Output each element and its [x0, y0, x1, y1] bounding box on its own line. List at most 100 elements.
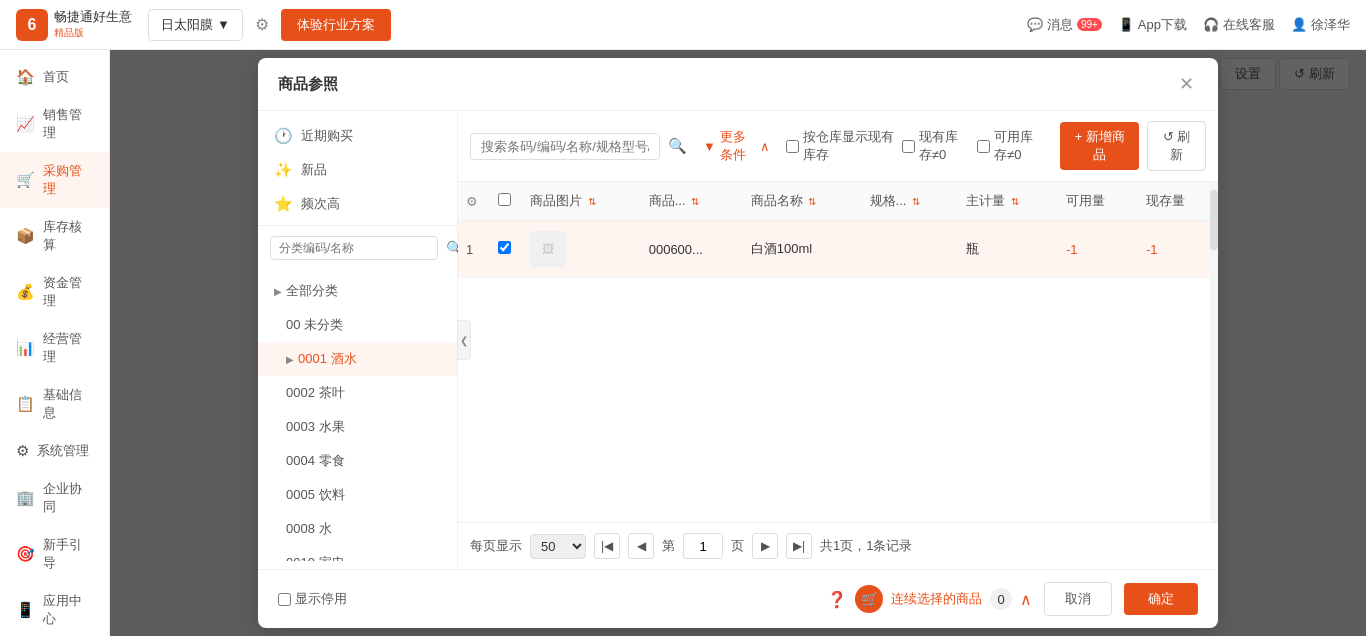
sidebar-item-inventory[interactable]: 📦 库存核算 — [0, 208, 109, 264]
cancel-button[interactable]: 取消 — [1044, 582, 1112, 616]
close-icon[interactable]: ✕ — [1174, 72, 1198, 96]
cart-icon[interactable]: 🛒 — [855, 585, 883, 613]
left-item-frequent[interactable]: ⭐ 频次高 — [258, 187, 457, 221]
sort-icon: ⇅ — [588, 196, 596, 207]
category-liquor[interactable]: ▶ 0001 酒水 — [258, 342, 457, 376]
usable-stock-checkbox[interactable] — [977, 140, 990, 153]
category-search-input[interactable] — [270, 236, 438, 260]
table-scrollbar[interactable] — [1210, 182, 1218, 522]
filter-icon: ▼ — [703, 139, 716, 154]
chevron-down-icon: ▼ — [217, 17, 230, 32]
nav-online-service[interactable]: 🎧 在线客服 — [1203, 16, 1275, 34]
category-beverage[interactable]: 0005 饮料 — [258, 478, 457, 512]
sidebar-item-operation[interactable]: 📊 经营管理 — [0, 320, 109, 376]
th-image[interactable]: 商品图片 ⇅ — [522, 182, 641, 221]
right-panel: 🔍 ▼ 更多条件 ∧ 按仓库显示现有库存 — [458, 111, 1218, 569]
column-settings-icon[interactable]: ⚙ — [466, 194, 478, 209]
nav-app-download[interactable]: 📱 App下载 — [1118, 16, 1187, 34]
sidebar-item-purchase[interactable]: 🛒 采购管理 — [0, 152, 109, 208]
category-tea[interactable]: 0002 茶叶 — [258, 376, 457, 410]
basic-info-icon: 📋 — [16, 395, 35, 413]
row-unit: 瓶 — [958, 221, 1058, 278]
nav-messages[interactable]: 💬 消息 99+ — [1027, 16, 1102, 34]
row-spec — [862, 221, 959, 278]
available-stock-checkbox[interactable] — [902, 140, 915, 153]
logo-text: 畅捷通好生意 精品版 — [54, 9, 132, 40]
star-icon: ⭐ — [274, 195, 293, 213]
search-icon[interactable]: 🔍 — [668, 137, 687, 155]
help-icon[interactable]: ❓ — [827, 590, 847, 609]
modal-overlay: 商品参照 ✕ 🕐 近期购买 ✨ 新品 — [110, 50, 1366, 636]
first-page-button[interactable]: |◀ — [594, 533, 620, 559]
category-water[interactable]: 0008 水 — [258, 512, 457, 546]
guide-icon: 🎯 — [16, 545, 35, 563]
logo-area: 6 畅捷通好生意 精品版 — [16, 9, 136, 41]
store-selector[interactable]: 日太阳膜 ▼ — [148, 9, 243, 41]
recent-icon: 🕐 — [274, 127, 293, 145]
modal-toolbar: 🔍 ▼ 更多条件 ∧ 按仓库显示现有库存 — [458, 111, 1218, 182]
row-checkbox-cell[interactable] — [490, 221, 522, 278]
category-snack[interactable]: 0004 零食 — [258, 444, 457, 478]
logo-icon: 6 — [16, 9, 48, 41]
left-item-recent[interactable]: 🕐 近期购买 — [258, 119, 457, 153]
sidebar-item-finance[interactable]: 💰 资金管理 — [0, 264, 109, 320]
sort-icon: ⇅ — [1011, 196, 1019, 207]
next-page-button[interactable]: ▶ — [752, 533, 778, 559]
last-page-button[interactable]: ▶| — [786, 533, 812, 559]
th-name[interactable]: 商品名称 ⇅ — [743, 182, 862, 221]
product-thumbnail: 🖼 — [530, 231, 566, 267]
sidebar-item-sales[interactable]: 📈 销售管理 — [0, 96, 109, 152]
operation-icon: 📊 — [16, 339, 35, 357]
finance-icon: 💰 — [16, 283, 35, 301]
product-search-input[interactable] — [470, 133, 660, 160]
th-code[interactable]: 商品... ⇅ — [641, 182, 743, 221]
table-row[interactable]: 1 🖼 — [458, 221, 1218, 278]
sidebar-item-apps[interactable]: 📱 应用中心 — [0, 582, 109, 636]
th-stock: 现存量 — [1138, 182, 1218, 221]
modal-body: 🕐 近期购买 ✨ 新品 ⭐ 频次高 — [258, 111, 1218, 569]
prev-page-button[interactable]: ◀ — [628, 533, 654, 559]
apps-icon: 📱 — [16, 601, 35, 619]
left-item-new[interactable]: ✨ 新品 — [258, 153, 457, 187]
refresh-button[interactable]: ↺ 刷新 — [1147, 121, 1206, 171]
sidebar-item-system[interactable]: ⚙ 系统管理 — [0, 432, 109, 470]
category-uncategorized[interactable]: 00 未分类 — [258, 308, 457, 342]
page-size-select[interactable]: 50 100 — [530, 534, 586, 559]
sidebar-item-guide[interactable]: 🎯 新手引导 — [0, 526, 109, 582]
filter-button[interactable]: ▼ 更多条件 ∧ — [695, 124, 778, 168]
checkbox-usable-stock[interactable]: 可用库存≠0 — [977, 128, 1044, 164]
collapse-cart-icon[interactable]: ∧ — [1020, 590, 1032, 609]
show-disabled-checkbox[interactable] — [278, 593, 291, 606]
table-scrollbar-thumb[interactable] — [1210, 190, 1218, 250]
confirm-button[interactable]: 确定 — [1124, 583, 1198, 615]
sidebar-item-enterprise[interactable]: 🏢 企业协同 — [0, 470, 109, 526]
th-spec[interactable]: 规格... ⇅ — [862, 182, 959, 221]
show-disabled-checkbox-label[interactable]: 显示停用 — [278, 590, 347, 608]
category-all[interactable]: ▶ 全部分类 — [258, 274, 457, 308]
row-number: 1 — [458, 221, 490, 278]
checkbox-available-stock[interactable]: 现有库存≠0 — [902, 128, 969, 164]
product-table: ⚙ 商品图片 ⇅ — [458, 182, 1218, 278]
th-unit[interactable]: 主计量 ⇅ — [958, 182, 1058, 221]
message-icon: 💬 — [1027, 17, 1043, 32]
nav-user[interactable]: 👤 徐泽华 — [1291, 16, 1350, 34]
trial-button[interactable]: 体验行业方案 — [281, 9, 391, 41]
page-label-before: 第 — [662, 537, 675, 555]
gear-icon[interactable]: ⚙ — [255, 15, 269, 34]
category-appliance[interactable]: 0010 家电 — [258, 546, 457, 561]
page-number-input[interactable] — [683, 533, 723, 559]
cart-info: ❓ 🛒 连续选择的商品 0 ∧ — [827, 585, 1032, 613]
select-all-checkbox[interactable] — [498, 193, 511, 206]
category-fruit[interactable]: 0003 水果 — [258, 410, 457, 444]
collapse-left-panel-button[interactable]: ❮ — [457, 320, 471, 360]
modal-header: 商品参照 ✕ — [258, 58, 1218, 111]
checkbox-by-warehouse[interactable]: 按仓库显示现有库存 — [786, 128, 894, 164]
sidebar-item-basic-info[interactable]: 📋 基础信息 — [0, 376, 109, 432]
sidebar-item-home[interactable]: 🏠 首页 — [0, 58, 109, 96]
main-layout: 🏠 首页 📈 销售管理 🛒 采购管理 📦 库存核算 💰 资金管理 📊 经营管理 … — [0, 50, 1366, 636]
by-warehouse-checkbox[interactable] — [786, 140, 799, 153]
row-checkbox[interactable] — [498, 241, 511, 254]
filter-collapse-icon: ∧ — [760, 139, 770, 154]
divider — [258, 225, 457, 226]
add-product-button[interactable]: + 新增商品 — [1060, 122, 1139, 170]
